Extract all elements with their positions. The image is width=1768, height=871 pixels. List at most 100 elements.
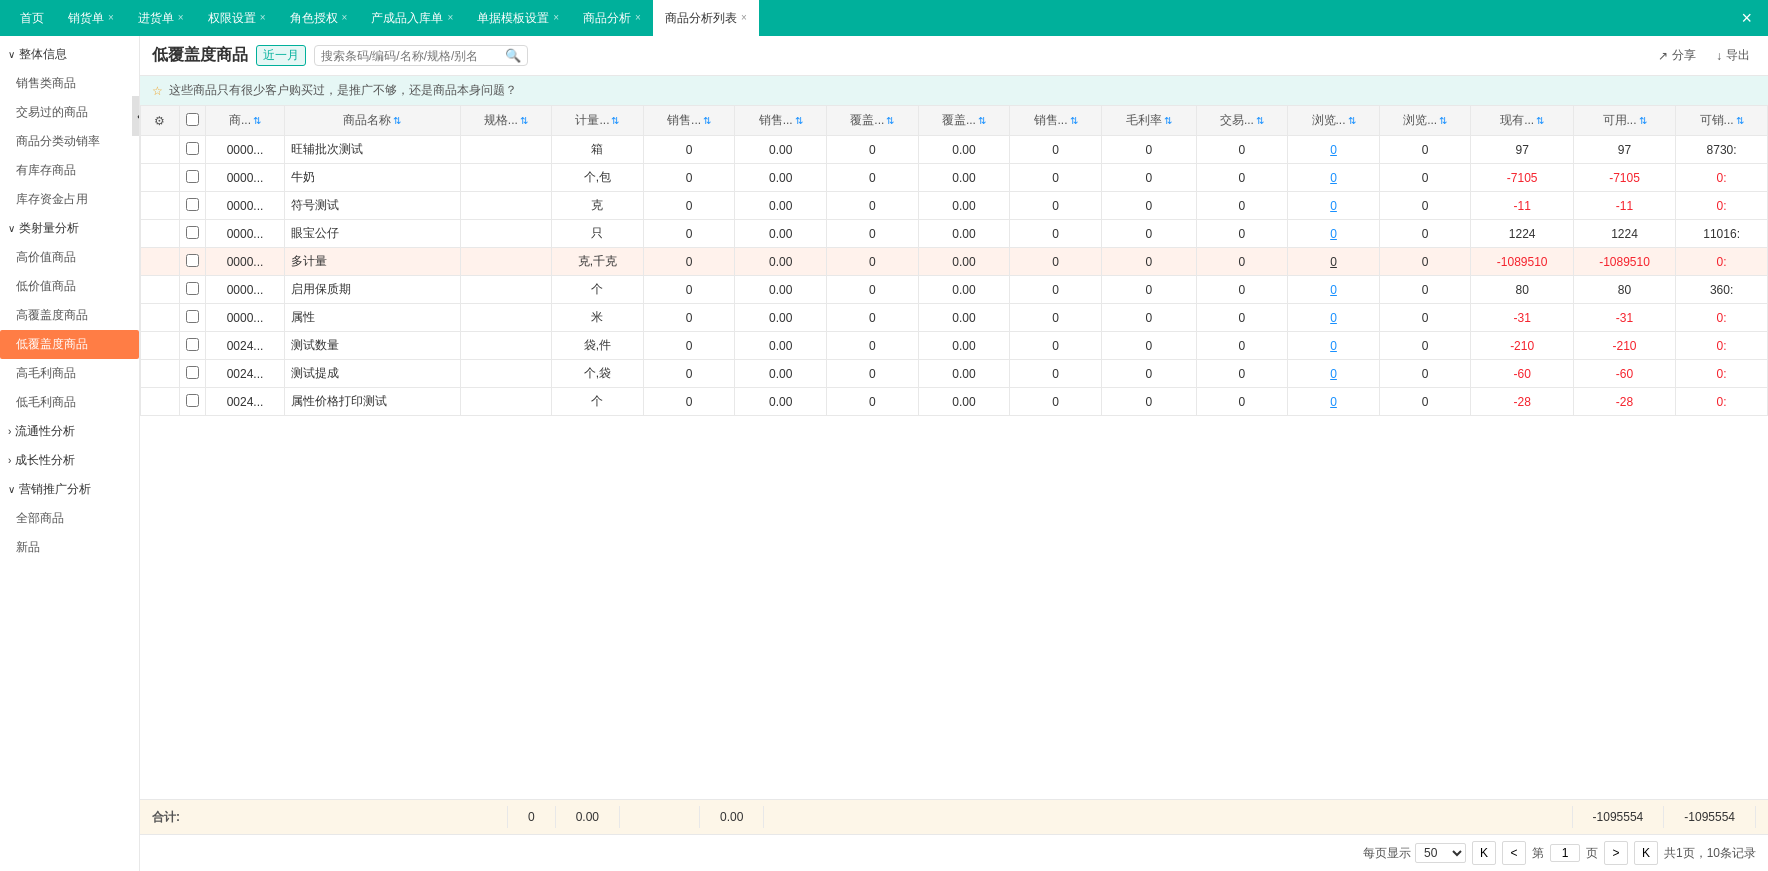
col-cover2[interactable]: 覆盖...⇅ — [918, 106, 1010, 136]
row-checkbox[interactable] — [179, 220, 205, 248]
nav-template[interactable]: 单据模板设置 × — [465, 0, 571, 36]
sidebar-section-coverage[interactable]: ∨ 类射量分析 — [0, 214, 139, 243]
sidebar-item-in-stock-goods[interactable]: 有库存商品 — [0, 156, 139, 185]
search-icon[interactable]: 🔍 — [505, 48, 521, 63]
row-view1[interactable]: 0 — [1288, 192, 1380, 220]
row-name: 测试提成 — [285, 360, 460, 388]
col-checkbox[interactable] — [179, 106, 205, 136]
sidebar-item-high-coverage[interactable]: 高覆盖度商品 — [0, 301, 139, 330]
sidebar-item-high-value[interactable]: 高价值商品 — [0, 243, 139, 272]
row-checkbox[interactable] — [179, 276, 205, 304]
sidebar-item-low-value[interactable]: 低价值商品 — [0, 272, 139, 301]
sidebar-section-marketing[interactable]: ∨ 营销推广分析 — [0, 475, 139, 504]
row-sales-qty: 0 — [643, 360, 735, 388]
first-page-btn[interactable]: K — [1472, 841, 1496, 865]
row-view1[interactable]: 0 — [1288, 360, 1380, 388]
export-button[interactable]: ↓ 导出 — [1710, 44, 1756, 67]
row-view1[interactable]: 0 — [1288, 332, 1380, 360]
nav-role-auth[interactable]: 角色授权 × — [278, 0, 360, 36]
sidebar-collapse-btn[interactable]: « — [132, 96, 140, 136]
nav-purchase[interactable]: 进货单 × — [126, 0, 196, 36]
nav-product-analysis-list-close[interactable]: × — [741, 0, 747, 36]
nav-purchase-close[interactable]: × — [178, 0, 184, 36]
row-checkbox[interactable] — [179, 304, 205, 332]
row-checkbox[interactable] — [179, 136, 205, 164]
col-available-stock[interactable]: 可用...⇅ — [1573, 106, 1675, 136]
row-view1[interactable]: 0 — [1288, 276, 1380, 304]
col-sales3[interactable]: 销售...⇅ — [1010, 106, 1102, 136]
row-checkbox[interactable] — [179, 248, 205, 276]
window-close-btn[interactable]: × — [1733, 8, 1760, 29]
row-view1[interactable]: 0 — [1288, 136, 1380, 164]
row-checkbox[interactable] — [179, 332, 205, 360]
nav-home[interactable]: 首页 — [8, 0, 56, 36]
share-button[interactable]: ↗ 分享 — [1652, 44, 1702, 67]
row-trade: 0 — [1196, 276, 1288, 304]
col-cover1[interactable]: 覆盖...⇅ — [827, 106, 919, 136]
nav-sales-close[interactable]: × — [108, 0, 114, 36]
date-badge[interactable]: 近一月 — [256, 45, 306, 66]
nav-role-auth-close[interactable]: × — [342, 0, 348, 36]
sidebar-section-growth[interactable]: › 成长性分析 — [0, 446, 139, 475]
col-gross-margin[interactable]: 毛利率⇅ — [1101, 106, 1196, 136]
row-checkbox[interactable] — [179, 164, 205, 192]
nav-auth-settings-close[interactable]: × — [260, 0, 266, 36]
page-number-input[interactable] — [1550, 844, 1580, 862]
sidebar-item-low-coverage[interactable]: 低覆盖度商品 — [0, 330, 139, 359]
row-view1[interactable]: 0 — [1288, 304, 1380, 332]
row-sales3: 0 — [1010, 248, 1102, 276]
col-name[interactable]: 商品名称⇅ — [285, 106, 460, 136]
row-current-stock: 97 — [1471, 136, 1573, 164]
nav-sales[interactable]: 销货单 × — [56, 0, 126, 36]
last-page-btn[interactable]: K — [1634, 841, 1658, 865]
page-size-dropdown[interactable]: 50 100 200 — [1415, 843, 1466, 863]
row-view1[interactable]: 0 — [1288, 248, 1380, 276]
row-code: 0024... — [205, 360, 285, 388]
col-code[interactable]: 商...⇅ — [205, 106, 285, 136]
sidebar-item-new-goods[interactable]: 新品 — [0, 533, 139, 562]
row-view1[interactable]: 0 — [1288, 220, 1380, 248]
table-container[interactable]: ⚙ 商...⇅ 商品名称⇅ 规格...⇅ 计量...⇅ 销售...⇅ 销售...… — [140, 105, 1768, 799]
col-saleable[interactable]: 可销...⇅ — [1676, 106, 1768, 136]
search-input[interactable] — [321, 49, 501, 63]
sidebar-item-stock-capital[interactable]: 库存资金占用 — [0, 185, 139, 214]
row-checkbox[interactable] — [179, 360, 205, 388]
nav-product-in[interactable]: 产成品入库单 × — [359, 0, 465, 36]
sidebar-item-category-rate[interactable]: 商品分类动销率 — [0, 127, 139, 156]
col-settings[interactable]: ⚙ — [141, 106, 180, 136]
row-view1[interactable]: 0 — [1288, 164, 1380, 192]
prev-page-btn[interactable]: < — [1502, 841, 1526, 865]
next-page-btn[interactable]: > — [1604, 841, 1628, 865]
col-current-stock[interactable]: 现有...⇅ — [1471, 106, 1573, 136]
sidebar-section-circulation[interactable]: › 流通性分析 — [0, 417, 139, 446]
sidebar-item-low-margin[interactable]: 低毛利商品 — [0, 388, 139, 417]
row-current-stock: -31 — [1471, 304, 1573, 332]
sidebar-item-sales-goods[interactable]: 销售类商品 — [0, 69, 139, 98]
nav-auth-settings[interactable]: 权限设置 × — [196, 0, 278, 36]
select-all-checkbox[interactable] — [186, 113, 199, 126]
nav-product-analysis-list[interactable]: 商品分析列表 × — [653, 0, 759, 36]
row-cover1: 0 — [827, 360, 919, 388]
row-checkbox[interactable] — [179, 192, 205, 220]
sidebar-section-overall[interactable]: ∨ 整体信息 — [0, 40, 139, 69]
nav-product-analysis-close[interactable]: × — [635, 0, 641, 36]
row-view1[interactable]: 0 — [1288, 388, 1380, 416]
sidebar-item-traded-goods[interactable]: 交易过的商品 — [0, 98, 139, 127]
table-row: 0000... 属性 米 0 0.00 0 0.00 0 0 0 0 0 -31… — [141, 304, 1768, 332]
sidebar-item-all-goods[interactable]: 全部商品 — [0, 504, 139, 533]
col-view1[interactable]: 浏览...⇅ — [1288, 106, 1380, 136]
col-sales-amt[interactable]: 销售...⇅ — [735, 106, 827, 136]
col-view2[interactable]: 浏览...⇅ — [1379, 106, 1471, 136]
col-trade[interactable]: 交易...⇅ — [1196, 106, 1288, 136]
row-current-stock: -60 — [1471, 360, 1573, 388]
row-checkbox[interactable] — [179, 388, 205, 416]
col-sales-qty[interactable]: 销售...⇅ — [643, 106, 735, 136]
nav-product-in-close[interactable]: × — [447, 0, 453, 36]
row-code: 0000... — [205, 136, 285, 164]
sidebar-item-high-margin[interactable]: 高毛利商品 — [0, 359, 139, 388]
col-spec[interactable]: 规格...⇅ — [460, 106, 552, 136]
nav-template-close[interactable]: × — [553, 0, 559, 36]
nav-product-analysis[interactable]: 商品分析 × — [571, 0, 653, 36]
row-saleable: 0: — [1676, 360, 1768, 388]
col-unit[interactable]: 计量...⇅ — [552, 106, 644, 136]
